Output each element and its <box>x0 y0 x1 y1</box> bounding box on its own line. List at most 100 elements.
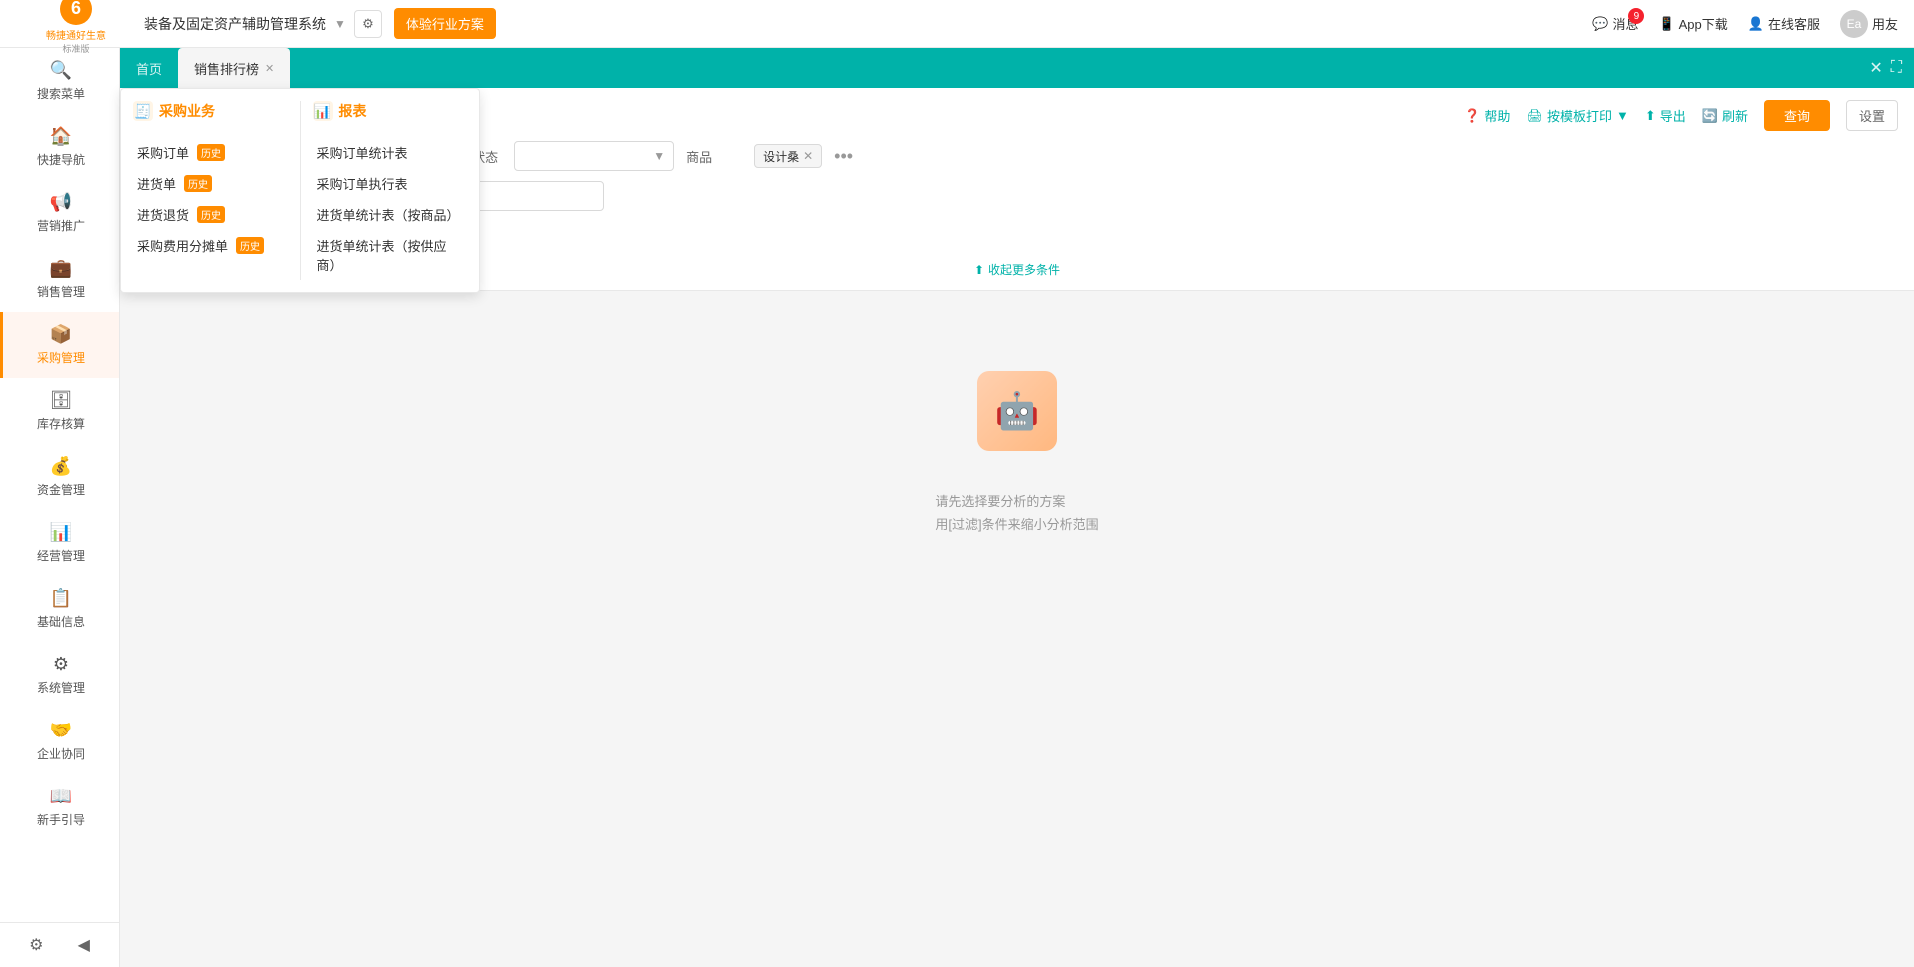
sidebar-item-sales[interactable]: 💼 销售管理 <box>0 246 119 312</box>
money-icon: 💰 <box>50 456 72 477</box>
gear-icon: ⚙ <box>53 654 69 675</box>
cabinet-icon: 🗄 <box>50 390 73 411</box>
top-right-area: 💬 消息 9 📱 App下载 👤 在线客服 Ea 用友 <box>1592 10 1898 38</box>
print-icon: 🖨 <box>1526 108 1543 124</box>
purchase-dropdown-col: 🧾 采购业务 采购订单 历史 进货单 历史 进货退货 历史 采购费用分摊单 历史 <box>133 101 288 280</box>
industry-button[interactable]: 体验行业方案 <box>394 8 496 39</box>
sidebar-item-baseinfo[interactable]: 📋 基础信息 <box>0 576 119 642</box>
message-badge: 9 <box>1628 8 1644 24</box>
refresh-icon: 🔄 <box>1702 108 1718 124</box>
home-icon: 🏠 <box>50 126 72 147</box>
settings-icon: ⚙ <box>362 16 374 32</box>
dropdown-item-order-stat[interactable]: 采购订单统计表 <box>313 137 468 168</box>
clipboard-icon: 📋 <box>50 588 72 609</box>
service-label: 在线客服 <box>1768 14 1820 33</box>
dropdown-item-order-exec[interactable]: 采购订单执行表 <box>313 168 468 199</box>
sidebar-label-guide: 新手引导 <box>37 811 85 828</box>
service-icon: 👤 <box>1748 16 1764 32</box>
settings-button[interactable]: ⚙ <box>354 10 382 38</box>
online-service-button[interactable]: 👤 在线客服 <box>1748 14 1820 33</box>
sidebar-item-marketing[interactable]: 📢 营销推广 <box>0 180 119 246</box>
message-icon: 💬 <box>1592 16 1608 32</box>
top-bar: 6 畅捷通好生意 标准版 装备及固定资产辅助管理系统 ▼ ⚙ 体验行业方案 💬 … <box>0 0 1914 48</box>
dropdown-item-incoming-supplier[interactable]: 进货单统计表（按供应商） <box>313 230 468 280</box>
doc-status-arrow-icon: ▼ <box>653 149 665 163</box>
purchase-col-icon: 🧾 <box>133 101 153 121</box>
search-icon: 🔍 <box>50 60 72 81</box>
report-col-header: 📊 报表 <box>313 101 468 127</box>
refresh-button[interactable]: 🔄 刷新 <box>1702 106 1748 125</box>
report-dropdown-col: 📊 报表 采购订单统计表 采购订单执行表 进货单统计表（按商品） 进货单统计表（… <box>313 101 468 280</box>
logo-text: 畅捷通好生意 <box>46 27 106 42</box>
dropdown-item-return[interactable]: 进货退货 历史 <box>133 199 288 230</box>
dropdown-item-expense[interactable]: 采购费用分摊单 历史 <box>133 230 288 261</box>
sidebar-item-search[interactable]: 🔍 搜索菜单 <box>0 48 119 114</box>
sidebar-label-marketing: 营销推广 <box>37 217 85 234</box>
return-history-badge[interactable]: 历史 <box>197 206 225 223</box>
sidebar-item-system[interactable]: ⚙ 系统管理 <box>0 642 119 708</box>
tab-maximize-button[interactable]: ⛶ <box>1891 59 1902 77</box>
purchase-order-history-badge[interactable]: 历史 <box>197 144 225 161</box>
tab-sales-ranking[interactable]: 销售排行榜 ✕ <box>178 48 290 88</box>
sidebar-label-finance: 资金管理 <box>37 481 85 498</box>
help-button[interactable]: ❓ 帮助 <box>1464 106 1510 125</box>
title-arrow-icon[interactable]: ▼ <box>334 17 346 31</box>
dropdown-item-purchase-order[interactable]: 采购订单 历史 <box>133 137 288 168</box>
app-label: App下载 <box>1679 14 1728 33</box>
sidebar-collapse-button[interactable]: ◀ <box>78 935 90 955</box>
sidebar-item-inventory[interactable]: 🗄 库存核算 <box>0 378 119 444</box>
system-title-text: 装备及固定资产辅助管理系统 <box>144 14 326 34</box>
message-button[interactable]: 💬 消息 9 <box>1592 14 1638 33</box>
sidebar-item-enterprise[interactable]: 🤝 企业协同 <box>0 708 119 774</box>
report-col-icon: 📊 <box>313 101 333 121</box>
expense-history-badge[interactable]: 历史 <box>236 237 264 254</box>
goods-more-icon[interactable]: ••• <box>834 146 853 167</box>
briefcase-icon: 💼 <box>50 258 72 279</box>
sidebar-label-purchase: 采购管理 <box>37 349 85 366</box>
app-download-button[interactable]: 📱 App下载 <box>1658 14 1727 33</box>
goods-tag-close-icon[interactable]: ✕ <box>803 149 813 163</box>
filter-settings-button[interactable]: 设置 <box>1846 100 1898 131</box>
sidebar-bottom: ⚙ ◀ <box>0 922 119 967</box>
tab-close-button[interactable]: ✕ <box>1869 58 1882 78</box>
search-button[interactable]: 查询 <box>1764 100 1830 131</box>
collapse-label: 收起更多条件 <box>988 261 1060 278</box>
empty-state: 🤖 请先选择要分析的方案 用[过滤]条件来缩小分析范围 <box>120 291 1914 617</box>
doc-status-select[interactable]: ▼ <box>514 141 674 171</box>
megaphone-icon: 📢 <box>50 192 72 213</box>
export-label: 导出 <box>1660 106 1686 125</box>
print-button[interactable]: 🖨 按模板打印 ▼ <box>1526 106 1628 125</box>
collapse-button[interactable]: ⬆ 收起更多条件 <box>974 261 1060 278</box>
box-icon: 📦 <box>50 324 72 345</box>
sidebar-settings-button[interactable]: ⚙ <box>29 935 43 955</box>
user-button[interactable]: Ea 用友 <box>1840 10 1898 38</box>
sidebar-item-purchase[interactable]: 📦 采购管理 <box>0 312 119 378</box>
empty-text: 请先选择要分析的方案 用[过滤]条件来缩小分析范围 <box>935 487 1098 537</box>
tab-sales-ranking-label: 销售排行榜 <box>194 59 259 78</box>
tab-close-icon[interactable]: ✕ <box>265 62 274 75</box>
sidebar-item-finance[interactable]: 💰 资金管理 <box>0 444 119 510</box>
user-avatar-text: Ea <box>1847 17 1862 31</box>
goods-tag[interactable]: 设计桑 ✕ <box>754 144 822 168</box>
report-col-title: 报表 <box>339 101 367 121</box>
user-label: 用友 <box>1872 14 1898 33</box>
empty-hint1: 请先选择要分析的方案 <box>935 491 1098 510</box>
sidebar: 🔍 搜索菜单 🏠 快捷导航 📢 营销推广 💼 销售管理 📦 采购管理 🗄 库存核… <box>0 48 120 967</box>
incoming-label: 进货单 <box>137 174 176 193</box>
collapse-icon: ⬆ <box>974 263 984 277</box>
help-label: 帮助 <box>1484 106 1510 125</box>
purchase-col-header: 🧾 采购业务 <box>133 101 288 127</box>
order-stat-label: 采购订单统计表 <box>317 143 408 162</box>
logo-icon: 6 <box>60 0 92 25</box>
export-button[interactable]: ⬆ 导出 <box>1645 106 1686 125</box>
sidebar-item-operation[interactable]: 📊 经营管理 <box>0 510 119 576</box>
sidebar-item-guide[interactable]: 📖 新手引导 <box>0 774 119 840</box>
refresh-label: 刷新 <box>1722 106 1748 125</box>
sidebar-item-quicknav[interactable]: 🏠 快捷导航 <box>0 114 119 180</box>
avatar: Ea <box>1840 10 1868 38</box>
incoming-history-badge[interactable]: 历史 <box>184 175 212 192</box>
dropdown-item-incoming[interactable]: 进货单 历史 <box>133 168 288 199</box>
dropdown-item-incoming-goods[interactable]: 进货单统计表（按商品） <box>313 199 468 230</box>
purchase-col-title: 采购业务 <box>159 101 215 121</box>
print-arrow-icon: ▼ <box>1616 108 1629 123</box>
